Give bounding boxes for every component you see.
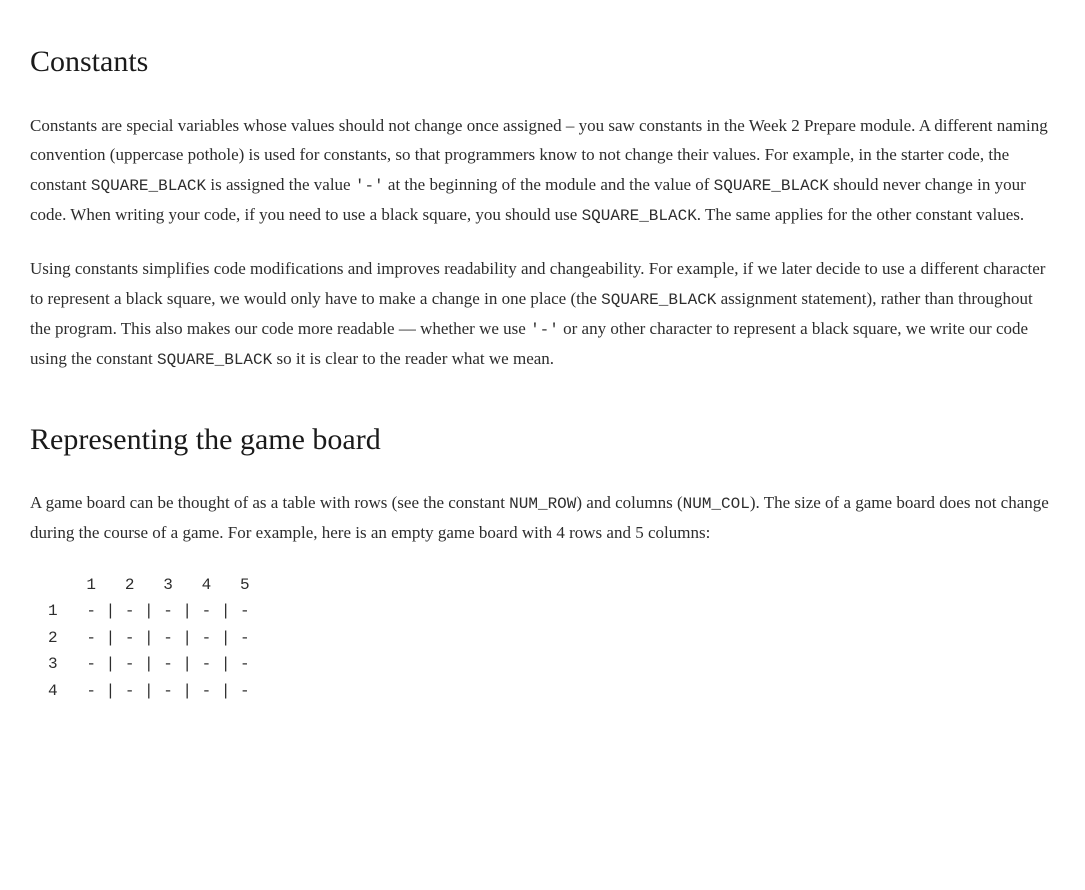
code-square-black: SQUARE_BLACK xyxy=(582,207,697,225)
code-dash-literal: '-' xyxy=(355,177,384,195)
code-dash-literal: '-' xyxy=(530,321,559,339)
game-board-diagram: 1 2 3 4 5 1 - | - | - | - | - 2 - | - | … xyxy=(48,572,1055,704)
text-run: . The same applies for the other constan… xyxy=(697,205,1024,224)
code-square-black: SQUARE_BLACK xyxy=(157,351,272,369)
code-square-black: SQUARE_BLACK xyxy=(91,177,206,195)
code-square-black: SQUARE_BLACK xyxy=(601,291,716,309)
code-num-col: NUM_COL xyxy=(683,495,750,513)
text-run: ) and columns ( xyxy=(576,493,682,512)
text-run: A game board can be thought of as a tabl… xyxy=(30,493,509,512)
text-run: at the beginning of the module and the v… xyxy=(384,175,714,194)
section-heading-constants: Constants xyxy=(30,36,1055,89)
text-run: is assigned the value xyxy=(206,175,355,194)
board-paragraph-1: A game board can be thought of as a tabl… xyxy=(30,488,1055,548)
code-num-row: NUM_ROW xyxy=(509,495,576,513)
section-heading-board: Representing the game board xyxy=(30,414,1055,467)
code-square-black: SQUARE_BLACK xyxy=(714,177,829,195)
constants-paragraph-1: Constants are special variables whose va… xyxy=(30,111,1055,231)
constants-paragraph-2: Using constants simplifies code modifica… xyxy=(30,254,1055,374)
text-run: so it is clear to the reader what we mea… xyxy=(272,349,554,368)
